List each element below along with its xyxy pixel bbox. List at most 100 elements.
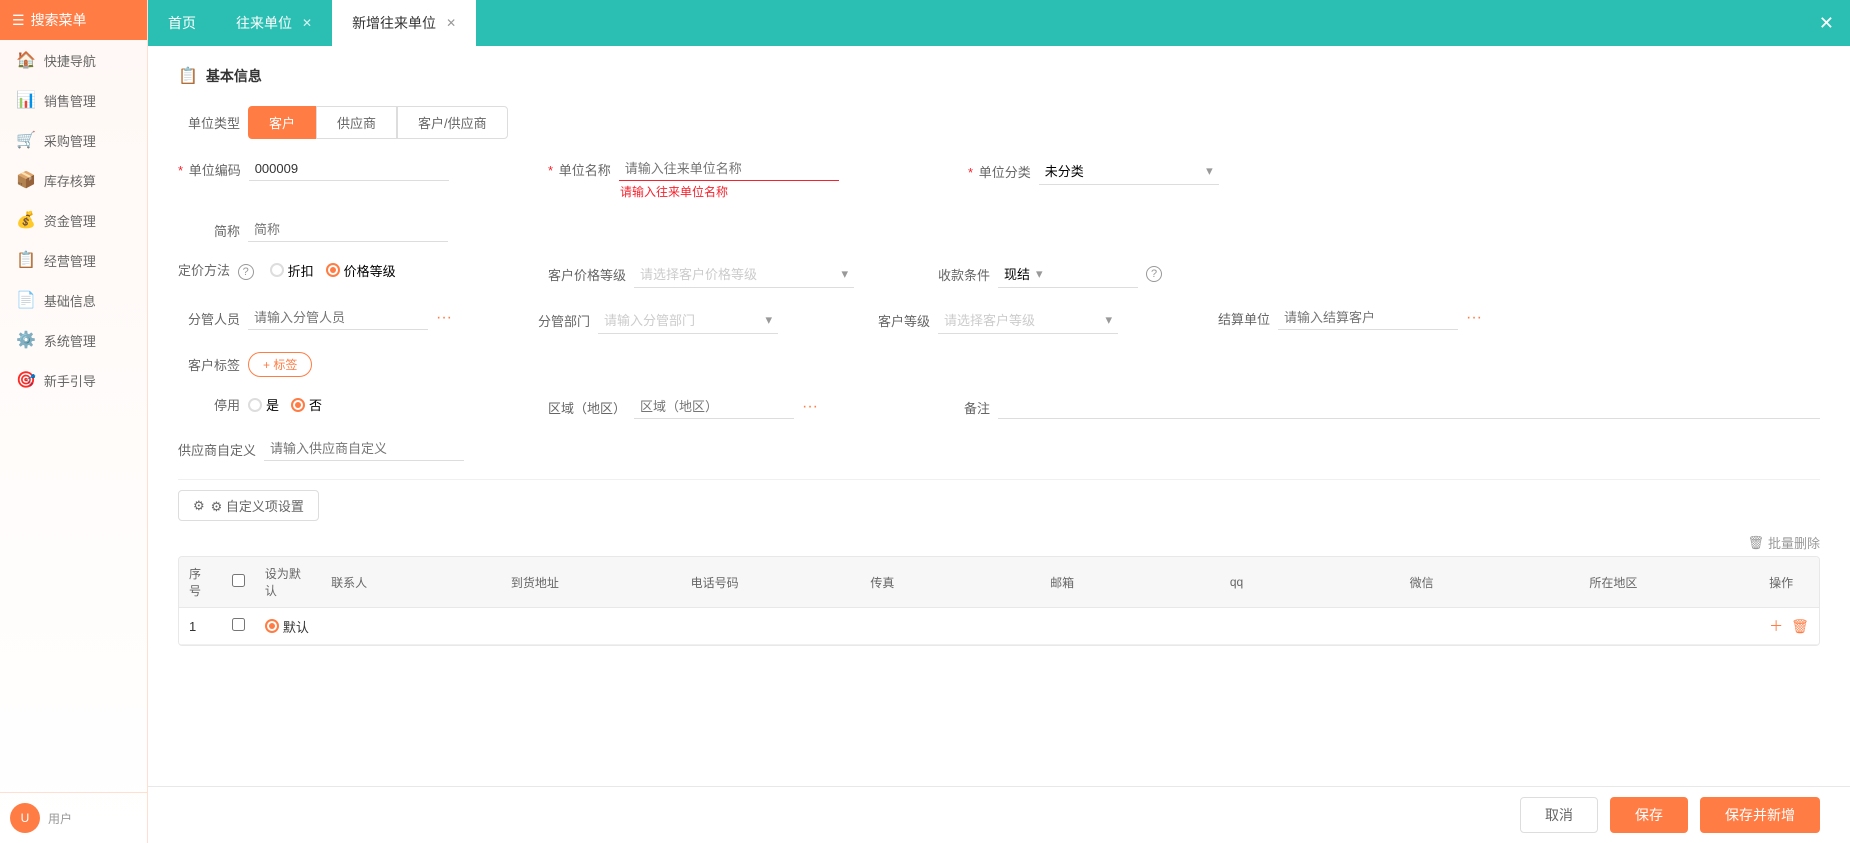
row-fax-0[interactable] [870,619,1030,634]
pricing-method-field: 定价方法 ? 折扣 价格等级 [178,260,548,280]
sidebar-label-finance: 资金管理 [44,211,96,230]
col-header-address: 到货地址 [501,557,681,608]
short-name-field: 简称 [178,218,548,242]
purchase-icon: 🛒 [16,130,36,150]
row-area-0[interactable] [1589,619,1749,634]
payment-terms-help-icon[interactable]: ? [1146,266,1162,282]
region-more-button[interactable]: ··· [798,398,822,416]
row-wechat-0[interactable] [1410,619,1570,634]
row-checkbox-0[interactable] [232,618,245,631]
sidebar-item-purchase[interactable]: 🛒 采购管理 [0,120,147,160]
tab-close-add-partner[interactable]: ✕ [446,16,456,30]
settlement-unit-input[interactable] [1278,306,1458,330]
manager-input[interactable] [248,306,428,330]
supplier-custom-row: 供应商自定义 [178,437,1820,461]
sidebar-item-finance[interactable]: 💰 资金管理 [0,200,147,240]
user-info: 用户 [48,810,72,827]
sidebar-item-inventory[interactable]: 📦 库存核算 [0,160,147,200]
disabled-no-radio[interactable]: 否 [291,395,322,414]
disabled-field: 停用 是 否 [178,395,548,414]
batch-delete-label[interactable]: 批量删除 [1768,533,1820,552]
customer-level-select[interactable]: 请选择客户等级 ▾ [938,306,1118,334]
row-email-0[interactable] [1050,619,1210,634]
unit-category-select[interactable]: 未分类 ▾ [1039,157,1219,185]
unit-code-label: * 单位编码 [178,160,249,179]
sidebar-item-operation[interactable]: 📋 经营管理 [0,240,147,280]
short-name-input[interactable] [248,218,448,242]
unit-type-supplier-button[interactable]: 供应商 [316,106,397,139]
supplier-custom-input[interactable] [264,437,464,461]
department-select[interactable]: 请输入分管部门 ▾ [598,306,778,334]
remark-input[interactable] [998,395,1820,419]
sidebar-label-guide: 新手引导 [44,371,96,390]
customer-price-level-select[interactable]: 请选择客户价格等级 ▾ [634,260,854,288]
footer: 取消 保存 保存并新增 [148,786,1850,843]
level-radio-dot [330,267,336,273]
department-arrow: ▾ [765,312,772,328]
sidebar-item-quick-nav[interactable]: 🏠 快捷导航 [0,40,147,80]
row-address-0[interactable] [511,619,671,634]
col-header-actions: 操作 [1759,557,1819,608]
tab-close-partner-list[interactable]: ✕ [302,16,312,30]
pricing-help-icon[interactable]: ? [238,264,254,280]
manager-field: 分管人员 ··· [178,306,528,330]
settlement-unit-field: 结算单位 ··· [1208,306,1588,330]
department-label: 分管部门 [528,311,598,330]
search-menu-label: 搜索菜单 [31,10,87,30]
unit-type-group: 客户供应商客户/供应商 [248,106,508,139]
payment-terms-label: 收款条件 [928,265,998,284]
basic-icon: 📄 [16,290,36,310]
disabled-yes-circle [248,398,262,412]
row-phone-0[interactable] [691,619,851,634]
tab-add-partner[interactable]: 新增往来单位✕ [332,0,476,46]
tab-home[interactable]: 首页 [148,0,216,46]
row-qq-0[interactable] [1230,619,1390,634]
custom-settings-button[interactable]: ⚙ ⚙ 自定义项设置 [178,490,319,521]
settlement-unit-more-button[interactable]: ··· [1462,309,1486,327]
customer-level-label: 客户等级 [868,311,938,330]
unit-code-input[interactable] [249,157,449,181]
save-new-button[interactable]: 保存并新增 [1700,797,1820,833]
sidebar-item-basic[interactable]: 📄 基础信息 [0,280,147,320]
save-button[interactable]: 保存 [1610,797,1688,833]
level-radio-label: 价格等级 [344,261,396,280]
row-contact-0[interactable] [331,619,491,634]
tab-partner-list[interactable]: 往来单位✕ [216,0,332,46]
unit-category-field: * 单位分类 未分类 ▾ [968,157,1368,185]
row-add-0[interactable]: ＋ [1769,616,1783,636]
col-header-checkbox [222,557,255,608]
unit-type-customer-button[interactable]: 客户 [248,106,316,139]
disabled-yes-radio[interactable]: 是 [248,395,279,414]
select-all-checkbox[interactable] [232,574,245,587]
row-default-0[interactable]: 默认 [265,617,311,636]
supplier-custom-field: 供应商自定义 [178,437,638,461]
payment-terms-select[interactable]: 现结 ▾ [998,260,1138,288]
sidebar-label-sales: 销售管理 [44,91,96,110]
disabled-no-circle [291,398,305,412]
pricing-discount-radio[interactable]: 折扣 [270,261,314,280]
region-field: 区域（地区） ··· [548,395,928,419]
sidebar-item-system[interactable]: ⚙️ 系统管理 [0,320,147,360]
row-delete-0[interactable]: 🗑 [1791,616,1809,636]
unit-type-both-button[interactable]: 客户/供应商 [397,106,508,139]
add-tag-button[interactable]: + 标签 [248,352,312,377]
sidebar-item-guide[interactable]: 🎯 新手引导 [0,360,147,400]
unit-name-input[interactable] [619,157,839,181]
region-input[interactable] [634,395,794,419]
discount-radio-label: 折扣 [288,261,314,280]
cancel-button[interactable]: 取消 [1520,797,1598,833]
pricing-level-radio[interactable]: 价格等级 [326,261,396,280]
sidebar-item-sales[interactable]: 📊 销售管理 [0,80,147,120]
manager-more-button[interactable]: ··· [432,309,456,327]
remark-field: 备注 [928,395,1820,419]
window-close-button[interactable]: ✕ [1803,13,1850,34]
search-menu[interactable]: ☰ 搜索菜单 [0,0,147,40]
col-header-default: 设为默认 [255,557,321,608]
sidebar-label-inventory: 库存核算 [44,171,96,190]
short-name-row: 简称 [178,218,1820,242]
sidebar-label-system: 系统管理 [44,331,96,350]
custom-settings-label: ⚙ 自定义项设置 [211,496,304,515]
customer-tag-row: 客户标签 + 标签 [178,352,1820,377]
tab-label-home: 首页 [168,13,196,33]
col-header-wechat: 微信 [1400,557,1580,608]
